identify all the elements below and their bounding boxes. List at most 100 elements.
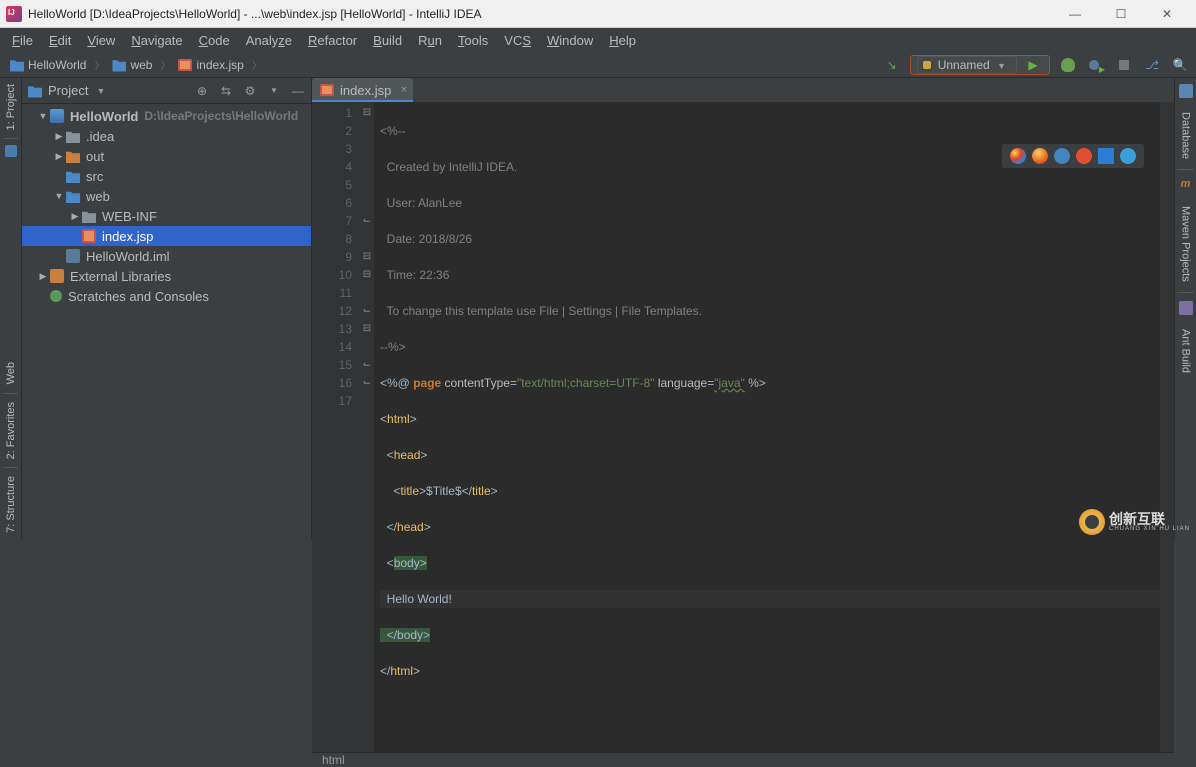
collapse-all-icon[interactable]: ⇆ — [219, 84, 233, 98]
line-number: 6 — [312, 194, 352, 212]
run-button[interactable]: ▶ — [1023, 55, 1043, 75]
line-number: 12 — [312, 302, 352, 320]
tree-label: index.jsp — [102, 229, 153, 244]
menu-window[interactable]: Window — [539, 28, 601, 52]
project-tree[interactable]: ▼HelloWorldD:\IdeaProjects\HelloWorld▶.i… — [22, 104, 311, 308]
tree-row[interactable]: HelloWorld.iml — [22, 246, 311, 266]
debug-button[interactable] — [1058, 55, 1078, 75]
menu-tools[interactable]: Tools — [450, 28, 496, 52]
menu-navigate[interactable]: Navigate — [123, 28, 190, 52]
database-icon[interactable] — [1179, 84, 1193, 98]
file-icon[interactable] — [5, 145, 17, 157]
settings-icon[interactable]: ⚙ — [243, 84, 257, 98]
tree-row[interactable]: ▼HelloWorldD:\IdeaProjects\HelloWorld — [22, 106, 311, 126]
edge-icon[interactable] — [1120, 148, 1136, 164]
editor-body: 1234567891011121314151617 ⊟⌙ ⊟⊟⌙⊟⌙⌙ <%--… — [312, 102, 1174, 752]
gutter-tab-ant[interactable]: Ant Build — [1180, 321, 1192, 381]
menu-run[interactable]: Run — [410, 28, 450, 52]
run-config-label: Unnamed — [938, 58, 990, 72]
fold-gutter[interactable]: ⊟⌙ ⊟⊟⌙⊟⌙⌙ — [360, 102, 374, 752]
line-number: 7 — [312, 212, 352, 230]
line-number: 10 — [312, 266, 352, 284]
menu-analyze[interactable]: Analyze — [238, 28, 300, 52]
window-title: HelloWorld [D:\IdeaProjects\HelloWorld] … — [28, 7, 482, 21]
hide-panel-icon[interactable]: — — [291, 84, 305, 98]
firefox-icon[interactable] — [1032, 148, 1048, 164]
scroll-from-source-icon[interactable]: ⊕ — [195, 84, 209, 98]
line-number: 5 — [312, 176, 352, 194]
gutter-tab-maven[interactable]: Maven Projects — [1180, 198, 1192, 290]
maximize-button[interactable]: ☐ — [1098, 0, 1144, 28]
close-button[interactable]: ✕ — [1144, 0, 1190, 28]
gutter-tab-web[interactable]: Web — [5, 356, 17, 390]
code-editor[interactable]: <%-- Created by IntelliJ IDEA. User: Ala… — [374, 102, 1160, 752]
coverage-icon — [1089, 58, 1103, 72]
editor-tab[interactable]: index.jsp × — [312, 78, 413, 102]
gutter-tab-structure[interactable]: 7: Structure — [5, 470, 17, 539]
stop-button[interactable] — [1114, 55, 1134, 75]
run-config-highlight: Unnamed ▼ ▶ — [910, 55, 1050, 75]
project-panel-title[interactable]: Project — [48, 83, 88, 98]
tree-row[interactable]: ▼web — [22, 186, 311, 206]
tree-arrow-icon[interactable]: ▼ — [54, 191, 64, 201]
chevron-down-icon: ▼ — [997, 61, 1006, 71]
tree-arrow-icon[interactable]: ▶ — [70, 211, 80, 222]
editor-area: index.jsp × 1234567891011121314151617 ⊟⌙… — [312, 78, 1174, 539]
tree-arrow-icon[interactable]: ▶ — [54, 151, 64, 162]
breadcrumb-item[interactable]: HelloWorld — [6, 58, 90, 72]
editor-tab-bar: index.jsp × — [312, 78, 1174, 102]
run-config-selector[interactable]: Unnamed ▼ — [917, 56, 1017, 74]
build-icon[interactable]: ↘ — [882, 55, 902, 75]
tree-row[interactable]: ▶External Libraries — [22, 266, 311, 286]
ant-icon[interactable] — [1179, 301, 1193, 315]
menu-help[interactable]: Help — [601, 28, 644, 52]
browser-icons-bar — [1002, 144, 1144, 168]
breadcrumb-item[interactable]: web — [108, 58, 156, 72]
chevron-down-icon[interactable]: ▼ — [267, 84, 281, 98]
close-icon[interactable]: × — [401, 84, 407, 96]
breadcrumb-item[interactable]: index.jsp — [174, 58, 247, 72]
coverage-button[interactable] — [1086, 55, 1106, 75]
vcs-button[interactable]: ⎇ — [1142, 55, 1162, 75]
tree-row[interactable]: src — [22, 166, 311, 186]
editor-crumb[interactable]: html — [322, 753, 345, 767]
ie-icon[interactable] — [1098, 148, 1114, 164]
menu-code[interactable]: Code — [191, 28, 238, 52]
menu-build[interactable]: Build — [365, 28, 410, 52]
line-number: 2 — [312, 122, 352, 140]
main-area: 1: Project Web 2: Favorites 7: Structure… — [0, 78, 1196, 539]
safari-icon[interactable] — [1054, 148, 1070, 164]
line-number: 9 — [312, 248, 352, 266]
tree-label: HelloWorld — [70, 109, 138, 124]
maven-icon[interactable]: m — [1179, 178, 1193, 192]
menu-view[interactable]: View — [79, 28, 123, 52]
chrome-icon[interactable] — [1010, 148, 1026, 164]
opera-icon[interactable] — [1076, 148, 1092, 164]
gutter-tab-favorites[interactable]: 2: Favorites — [5, 396, 17, 465]
folder-icon — [82, 209, 96, 223]
tree-row[interactable]: ▶WEB-INF — [22, 206, 311, 226]
tree-arrow-icon[interactable]: ▶ — [54, 131, 64, 142]
menu-file[interactable]: File — [4, 28, 41, 52]
search-button[interactable]: 🔍 — [1170, 55, 1190, 75]
chevron-down-icon[interactable]: ▼ — [96, 86, 105, 96]
menu-refactor[interactable]: Refactor — [300, 28, 365, 52]
tree-row[interactable]: Scratches and Consoles — [22, 286, 311, 306]
menu-edit[interactable]: Edit — [41, 28, 79, 52]
tree-label: HelloWorld.iml — [86, 249, 170, 264]
editor-scrollbar[interactable] — [1160, 102, 1174, 752]
tree-row[interactable]: ▶out — [22, 146, 311, 166]
breadcrumb-separator: 〉 — [92, 57, 106, 72]
tree-row[interactable]: ▶.idea — [22, 126, 311, 146]
tree-arrow-icon[interactable]: ▶ — [38, 271, 48, 282]
project-panel-header: Project ▼ ⊕ ⇆ ⚙ ▼ — — [22, 78, 311, 104]
minimize-button[interactable]: — — [1052, 0, 1098, 28]
right-tool-gutter: Database m Maven Projects Ant Build — [1174, 78, 1196, 539]
menu-bar: File Edit View Navigate Code Analyze Ref… — [0, 28, 1196, 52]
menu-vcs[interactable]: VCS — [496, 28, 539, 52]
tree-arrow-icon[interactable]: ▼ — [38, 111, 48, 121]
line-number: 11 — [312, 284, 352, 302]
gutter-tab-database[interactable]: Database — [1180, 104, 1192, 167]
tree-row[interactable]: index.jsp — [22, 226, 311, 246]
gutter-tab-project[interactable]: 1: Project — [5, 78, 17, 136]
